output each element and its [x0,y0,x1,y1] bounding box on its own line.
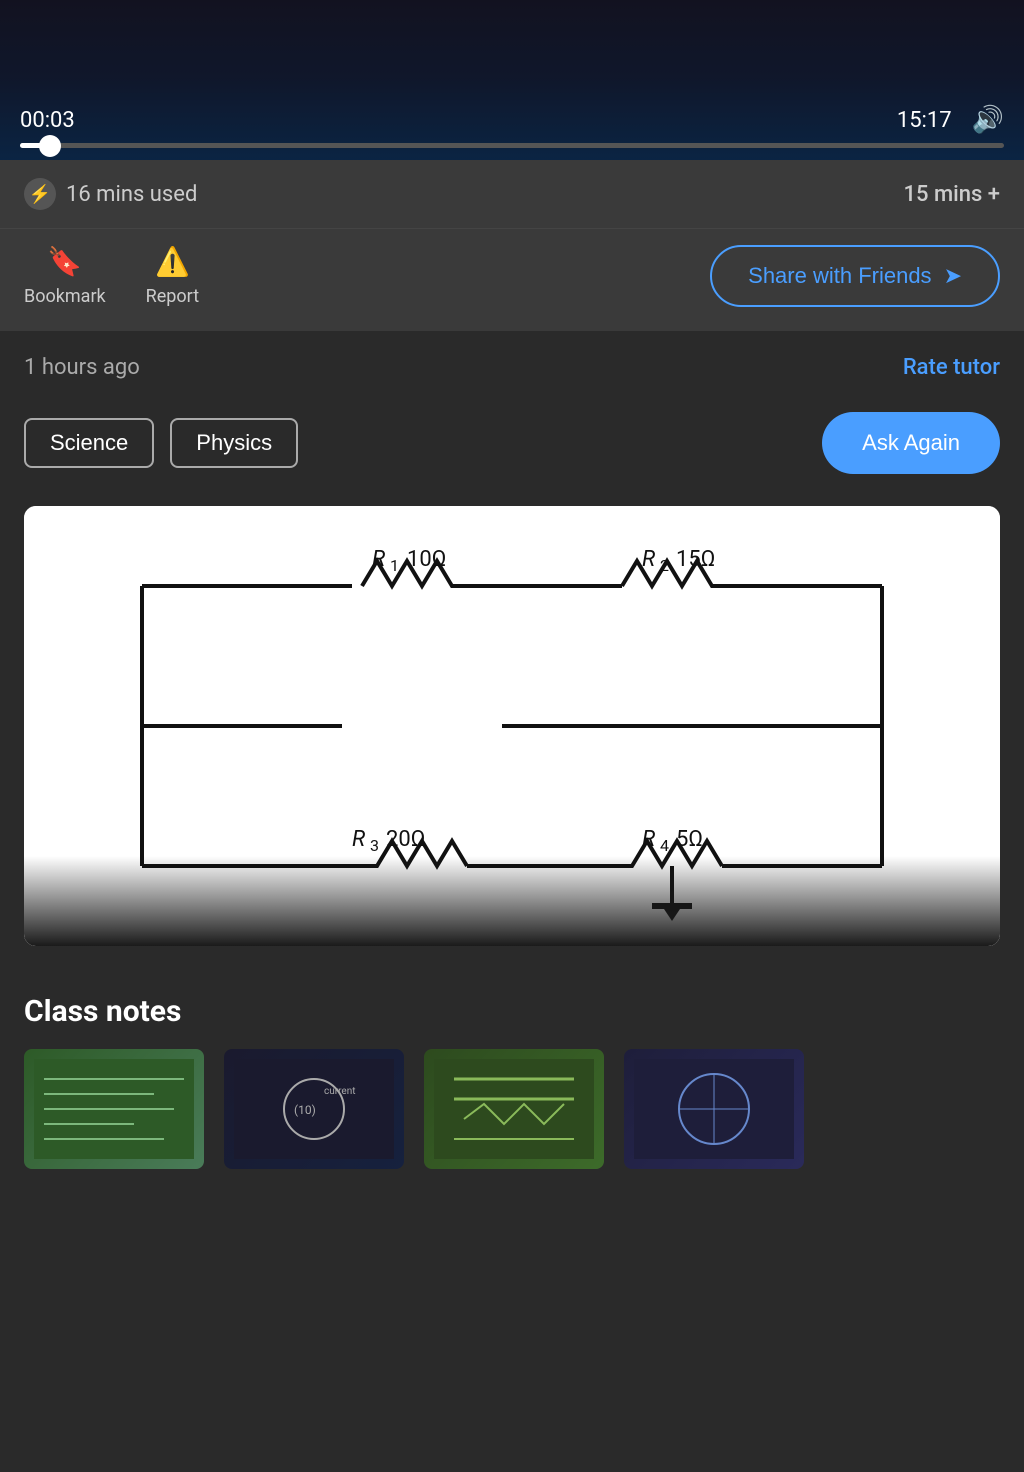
circuit-container: R 1 10Ω R 2 15Ω R 4 5Ω R 3 20Ω [0,498,1024,970]
note-thumb-content-2: (10) current [224,1049,404,1169]
svg-text:3: 3 [370,836,379,855]
note-thumb-content-4 [624,1049,804,1169]
svg-text:R: R [642,547,656,572]
volume-icon[interactable]: 🔊 [972,105,1004,135]
share-label: Share with Friends [748,263,931,289]
physics-tag[interactable]: Physics [170,418,298,468]
video-current-time: 00:03 [20,108,75,133]
ask-again-button[interactable]: Ask Again [822,412,1000,474]
progress-bar[interactable] [20,143,1004,148]
science-tag[interactable]: Science [24,418,154,468]
bookmark-label: Bookmark [24,286,106,307]
video-total-time: 15:17 [897,108,952,133]
lightning-icon: ⚡ [24,178,56,210]
svg-text:4: 4 [660,836,669,855]
note-thumbnail-2[interactable]: (10) current [224,1049,404,1169]
note-thumbnail-4[interactable] [624,1049,804,1169]
svg-text:current: current [324,1086,356,1097]
usage-text: 16 mins used [66,182,197,207]
usage-plus[interactable]: 15 mins + [904,182,1001,207]
meta-row: 1 hours ago Rate tutor [0,331,1024,396]
class-notes-title: Class notes [24,994,1000,1029]
note-thumbnail-3[interactable] [424,1049,604,1169]
video-controls: 00:03 15:17 🔊 [20,105,1004,148]
time-ago: 1 hours ago [24,355,140,380]
action-bar: 🔖 Bookmark ⚠️ Report Share with Friends … [0,228,1024,331]
circuit-image: R 1 10Ω R 2 15Ω R 4 5Ω R 3 20Ω [24,506,1000,946]
tags-row: Science Physics Ask Again [0,396,1024,498]
video-player: 00:03 15:17 🔊 [0,0,1024,160]
progress-bar-container[interactable] [20,143,1004,148]
report-icon: ⚠️ [155,245,190,278]
video-time-row: 00:03 15:17 🔊 [20,105,1004,135]
notes-thumbnails: (10) current [24,1049,1000,1169]
class-notes-section: Class notes (10) current [0,970,1024,1185]
share-arrow-icon: ➤ [944,263,962,289]
progress-thumb[interactable] [39,135,61,157]
svg-text:(10): (10) [294,1103,316,1117]
share-with-friends-button[interactable]: Share with Friends ➤ [710,245,1000,307]
rate-tutor-button[interactable]: Rate tutor [903,355,1000,380]
report-label: Report [146,286,199,307]
note-thumbnail-1[interactable] [24,1049,204,1169]
bookmark-icon: 🔖 [47,245,82,278]
usage-left: ⚡ 16 mins used [24,178,197,210]
tags-left: Science Physics [24,418,298,468]
report-action[interactable]: ⚠️ Report [146,245,199,307]
note-thumb-content-3 [424,1049,604,1169]
bookmark-action[interactable]: 🔖 Bookmark [24,245,106,307]
svg-text:1: 1 [390,556,399,575]
note-thumb-content-1 [24,1049,204,1169]
usage-bar: ⚡ 16 mins used 15 mins + [0,160,1024,228]
svg-text:R: R [352,827,366,852]
